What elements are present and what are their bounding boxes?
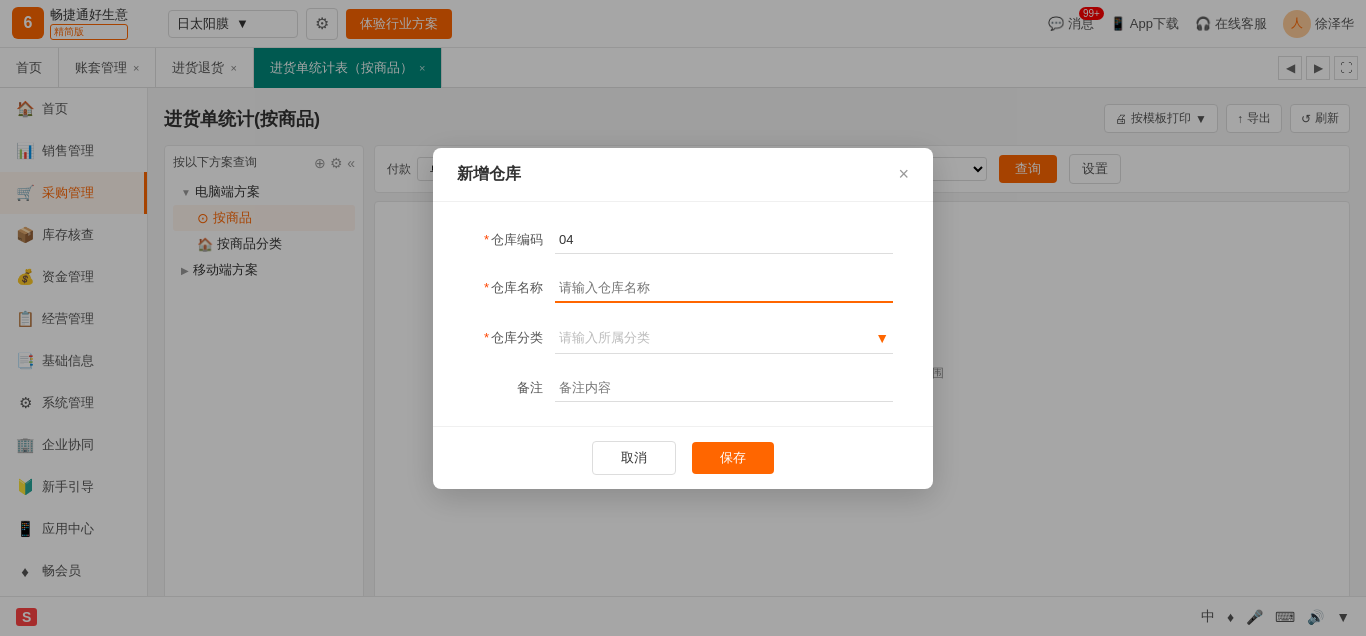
category-placeholder: 请输入所属分类 [559,329,875,347]
modal-close-icon[interactable]: × [898,165,909,183]
category-label: *仓库分类 [473,329,543,347]
note-input[interactable] [555,374,893,402]
modal-title: 新增仓库 [457,164,521,185]
modal-footer: 取消 保存 [433,426,933,489]
modal-overlay: 新增仓库 × *仓库编码 *仓库名称 *仓库分类 [0,0,1366,636]
form-row-note: 备注 [473,374,893,402]
form-row-name: *仓库名称 [473,274,893,303]
category-dropdown-icon: ▼ [875,330,889,346]
form-row-code: *仓库编码 [473,226,893,254]
name-label: *仓库名称 [473,279,543,297]
note-label: 备注 [473,379,543,397]
modal-body: *仓库编码 *仓库名称 *仓库分类 请输入所属分类 ▼ [433,202,933,426]
add-warehouse-modal: 新增仓库 × *仓库编码 *仓库名称 *仓库分类 [433,148,933,489]
required-star-code: * [484,232,489,247]
warehouse-code-input[interactable] [555,226,893,254]
cancel-button[interactable]: 取消 [592,441,676,475]
category-select-wrapper[interactable]: 请输入所属分类 ▼ [555,323,893,354]
required-star-name: * [484,280,489,295]
form-row-category: *仓库分类 请输入所属分类 ▼ [473,323,893,354]
save-button[interactable]: 保存 [692,442,774,474]
code-label: *仓库编码 [473,231,543,249]
required-star-category: * [484,330,489,345]
warehouse-name-input[interactable] [555,274,893,303]
modal-header: 新增仓库 × [433,148,933,202]
